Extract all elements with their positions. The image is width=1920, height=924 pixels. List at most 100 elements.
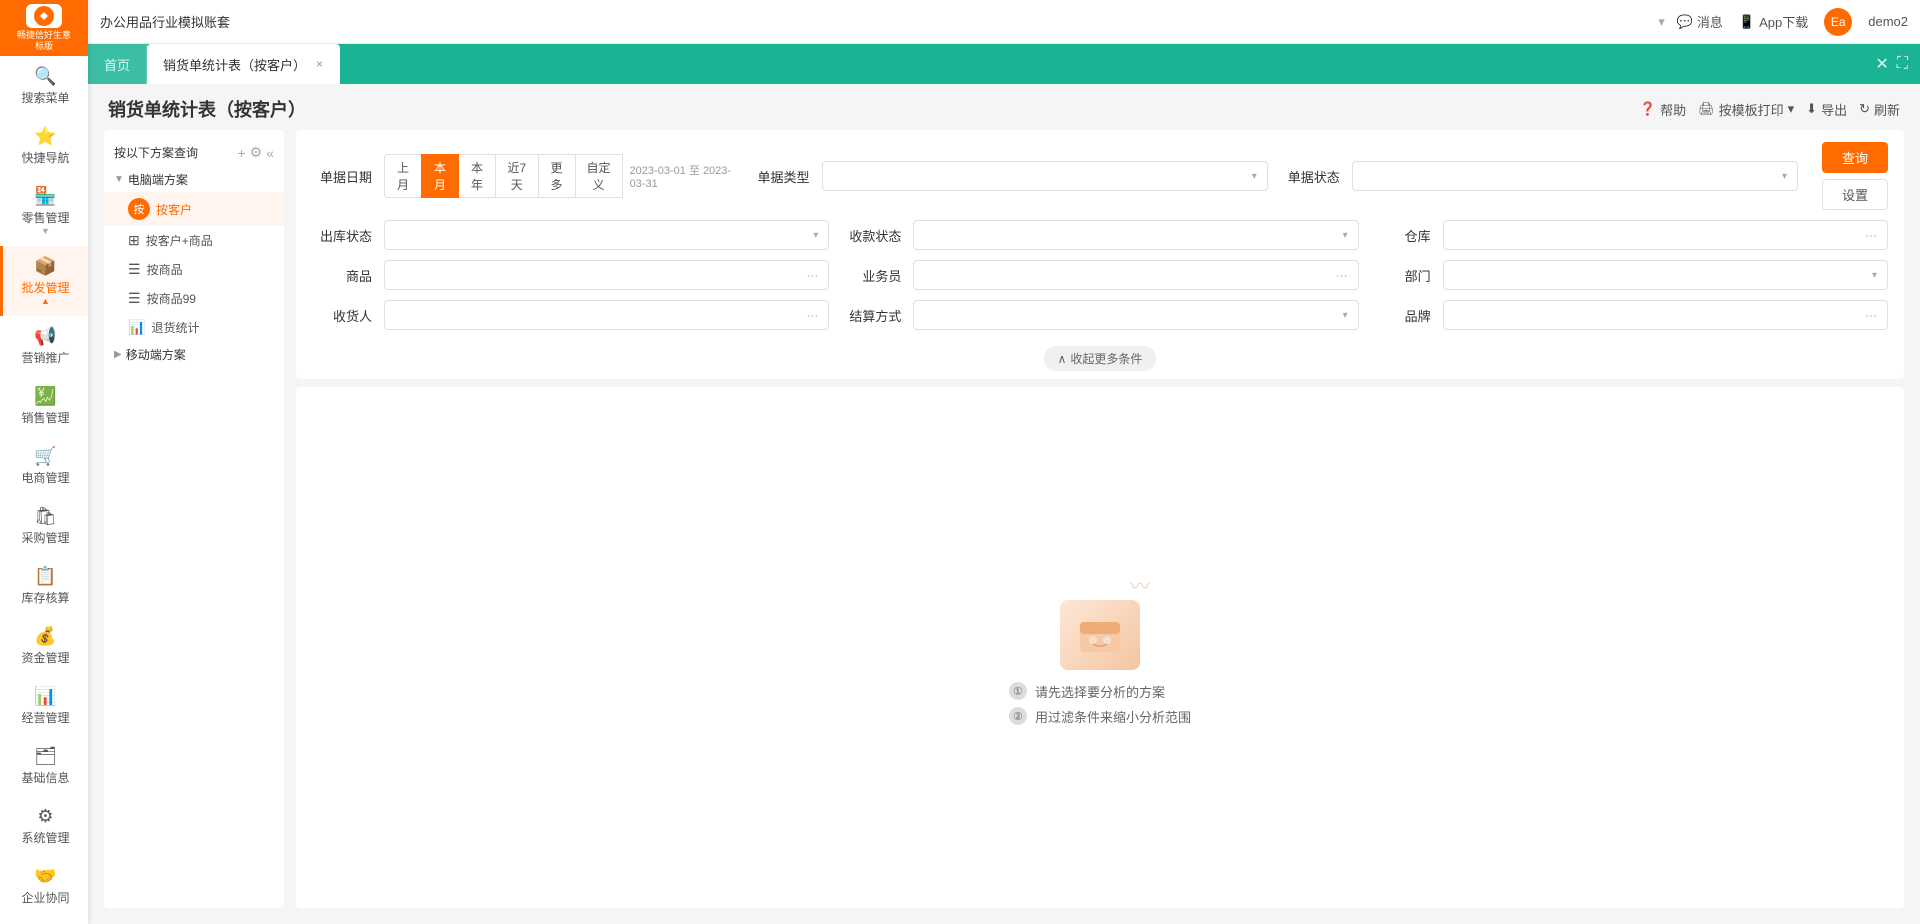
doc-status-arrow: ▾: [1782, 171, 1787, 182]
out-status-control[interactable]: ▾: [384, 220, 829, 250]
tabbar: 首页 销货单统计表（按客户） × ✕ ⛶: [88, 44, 1920, 84]
sidebar-item-operations[interactable]: 📊 经营管理: [0, 676, 88, 736]
date-btn-more[interactable]: 更多: [538, 154, 576, 198]
payment-method-control[interactable]: ▾: [913, 300, 1358, 330]
sidebar-item-newuser[interactable]: 🆕 新手引导: [0, 916, 88, 924]
date-btn-this-year[interactable]: 本年: [458, 154, 496, 198]
payment-status-arrow: ▾: [1343, 230, 1348, 241]
refresh-action[interactable]: ↻ 刷新: [1859, 100, 1900, 119]
app-download-action[interactable]: 📱 App下载: [1739, 12, 1808, 31]
tab-expand-btn[interactable]: ⛶: [1897, 55, 1908, 73]
panel-collapse-icon[interactable]: «: [266, 145, 274, 161]
goods-icon: ☰: [128, 261, 141, 278]
department-control[interactable]: ▾: [1443, 260, 1888, 290]
tree-mobile-section[interactable]: ▶ 移动端方案: [104, 342, 284, 367]
tabbar-right: ✕ ⛶: [1863, 54, 1920, 74]
page-actions: ❓ 帮助 🖨 按模板打印 ▾ ⬇ 导出 ↻ 刷新: [1640, 100, 1900, 119]
tab-active[interactable]: 销货单统计表（按客户） ×: [147, 44, 340, 84]
sidebar-item-search[interactable]: 🔍 搜索菜单: [0, 56, 88, 116]
panel-add-icon[interactable]: +: [237, 145, 245, 161]
avatar[interactable]: Ea: [1824, 8, 1852, 36]
collapse-button[interactable]: ∧ 收起更多条件: [1044, 346, 1157, 371]
recipient-control[interactable]: ···: [384, 300, 829, 330]
brand-more: ···: [1865, 308, 1877, 322]
search-icon: 🔍: [34, 66, 56, 87]
payment-status-control[interactable]: ▾: [913, 220, 1358, 250]
tree-item-by-customer-goods-label: 按客户+商品: [146, 232, 213, 249]
help-action[interactable]: ❓ 帮助: [1640, 100, 1686, 119]
sidebar-item-operations-label: 经营管理: [21, 709, 69, 726]
tree-item-by-goods99[interactable]: ☰ 按商品99: [104, 284, 284, 313]
filter-container: 单据日期 上月 本月 本年 近7天 更多 自定义 2023-03-01 至 20…: [296, 130, 1904, 379]
tree-desktop-section[interactable]: ▼ 电脑端方案: [104, 167, 284, 192]
sidebar-item-system[interactable]: ⚙ 系统管理: [0, 796, 88, 856]
tab-close-btn[interactable]: ✕: [1875, 54, 1888, 74]
sidebar-item-purchase[interactable]: 🛍 采购管理: [0, 496, 88, 556]
active-dot: 按: [128, 198, 150, 220]
help-icon: ❓: [1640, 101, 1656, 117]
retail-chevron: ▼: [41, 226, 50, 236]
user-name[interactable]: demo2: [1868, 14, 1908, 29]
topbar-dropdown[interactable]: ▾: [1658, 14, 1665, 30]
tree-item-by-goods[interactable]: ☰ 按商品: [104, 255, 284, 284]
sidebar-item-retail[interactable]: 🏪 零售管理 ▼: [0, 176, 88, 246]
date-btn-custom[interactable]: 自定义: [575, 154, 623, 198]
sidebar-item-inventory[interactable]: 📋 库存核算: [0, 556, 88, 616]
tree-item-return-stats-label: 退货统计: [151, 319, 199, 336]
right-panel: 单据日期 上月 本月 本年 近7天 更多 自定义 2023-03-01 至 20…: [296, 130, 1904, 908]
doc-type-control[interactable]: ▾: [822, 161, 1268, 191]
export-action[interactable]: ⬇ 导出: [1806, 100, 1847, 119]
sidebar-item-wholesale[interactable]: 📦 批发管理 ▲: [0, 246, 88, 316]
inventory-icon: 📋: [34, 566, 56, 587]
sidebar-item-wholesale-label: 批发管理: [21, 279, 69, 296]
empty-state: 〰 ①: [296, 387, 1904, 908]
date-btn-this-month[interactable]: 本月: [421, 154, 459, 198]
tree-item-return-stats[interactable]: 📊 退货统计: [104, 313, 284, 342]
topbar: 办公用品行业模拟账套 ▾ 💬 消息 📱 App下载 Ea demo2: [88, 0, 1920, 44]
sidebar-item-quicknav-label: 快捷导航: [21, 149, 69, 166]
print-action[interactable]: 🖨 按模板打印 ▾: [1698, 100, 1794, 119]
tree-item-by-customer[interactable]: 按 按客户: [104, 192, 284, 226]
tree-item-by-customer-goods[interactable]: ⊞ 按客户+商品: [104, 226, 284, 255]
return-stats-icon: 📊: [128, 319, 145, 336]
date-btn-last-month[interactable]: 上月: [384, 154, 422, 198]
filter-row-4: 收货人 ··· 结算方式 ▾ 品牌 ···: [312, 300, 1888, 330]
date-btn-last7days[interactable]: 近7天: [495, 154, 539, 198]
sidebar-item-enterprise-label: 企业协同: [21, 889, 69, 906]
salesperson-control[interactable]: ···: [913, 260, 1358, 290]
recipient-label: 收货人: [312, 306, 372, 325]
sales-icon: 💹: [34, 386, 56, 407]
tab-close-icon[interactable]: ×: [316, 57, 323, 71]
sidebar-item-retail-label: 零售管理: [21, 209, 69, 226]
doc-status-control[interactable]: ▾: [1352, 161, 1798, 191]
logo-icon: [26, 4, 62, 28]
message-action[interactable]: 💬 消息: [1677, 12, 1723, 31]
goods-control[interactable]: ···: [384, 260, 829, 290]
brand-label: 品牌: [1371, 306, 1431, 325]
panel-settings-icon[interactable]: ⚙: [250, 144, 263, 161]
refresh-icon: ↻: [1859, 101, 1870, 117]
warehouse-label: 仓库: [1371, 226, 1431, 245]
sidebar-item-basic[interactable]: 🗂 基础信息: [0, 736, 88, 796]
sidebar-item-enterprise[interactable]: 🤝 企业协同: [0, 856, 88, 916]
brand-control[interactable]: ···: [1443, 300, 1888, 330]
tree-item-by-customer-label: 按客户: [156, 201, 192, 218]
sidebar-item-ecommerce[interactable]: 🛒 电商管理: [0, 436, 88, 496]
purchase-icon: 🛍: [34, 506, 57, 527]
query-button[interactable]: 查询: [1822, 142, 1888, 173]
tab-home[interactable]: 首页: [88, 44, 147, 84]
export-icon: ⬇: [1806, 101, 1817, 117]
sidebar-item-marketing[interactable]: 📢 营销推广: [0, 316, 88, 376]
sidebar-item-sales[interactable]: 💹 销售管理: [0, 376, 88, 436]
message-label: 消息: [1697, 12, 1723, 31]
ecommerce-icon: 🛒: [34, 446, 56, 467]
sidebar-item-quicknav[interactable]: ⭐ 快捷导航: [0, 116, 88, 176]
settings-button[interactable]: 设置: [1822, 179, 1888, 210]
sidebar-item-system-label: 系统管理: [21, 829, 69, 846]
main-area: 办公用品行业模拟账套 ▾ 💬 消息 📱 App下载 Ea demo2 首页 销货…: [88, 0, 1920, 924]
warehouse-more: ···: [1865, 228, 1877, 242]
enterprise-icon: 🤝: [34, 866, 56, 887]
warehouse-control[interactable]: ···: [1443, 220, 1888, 250]
sidebar-item-finance[interactable]: 💰 资金管理: [0, 616, 88, 676]
goods-label: 商品: [312, 266, 372, 285]
